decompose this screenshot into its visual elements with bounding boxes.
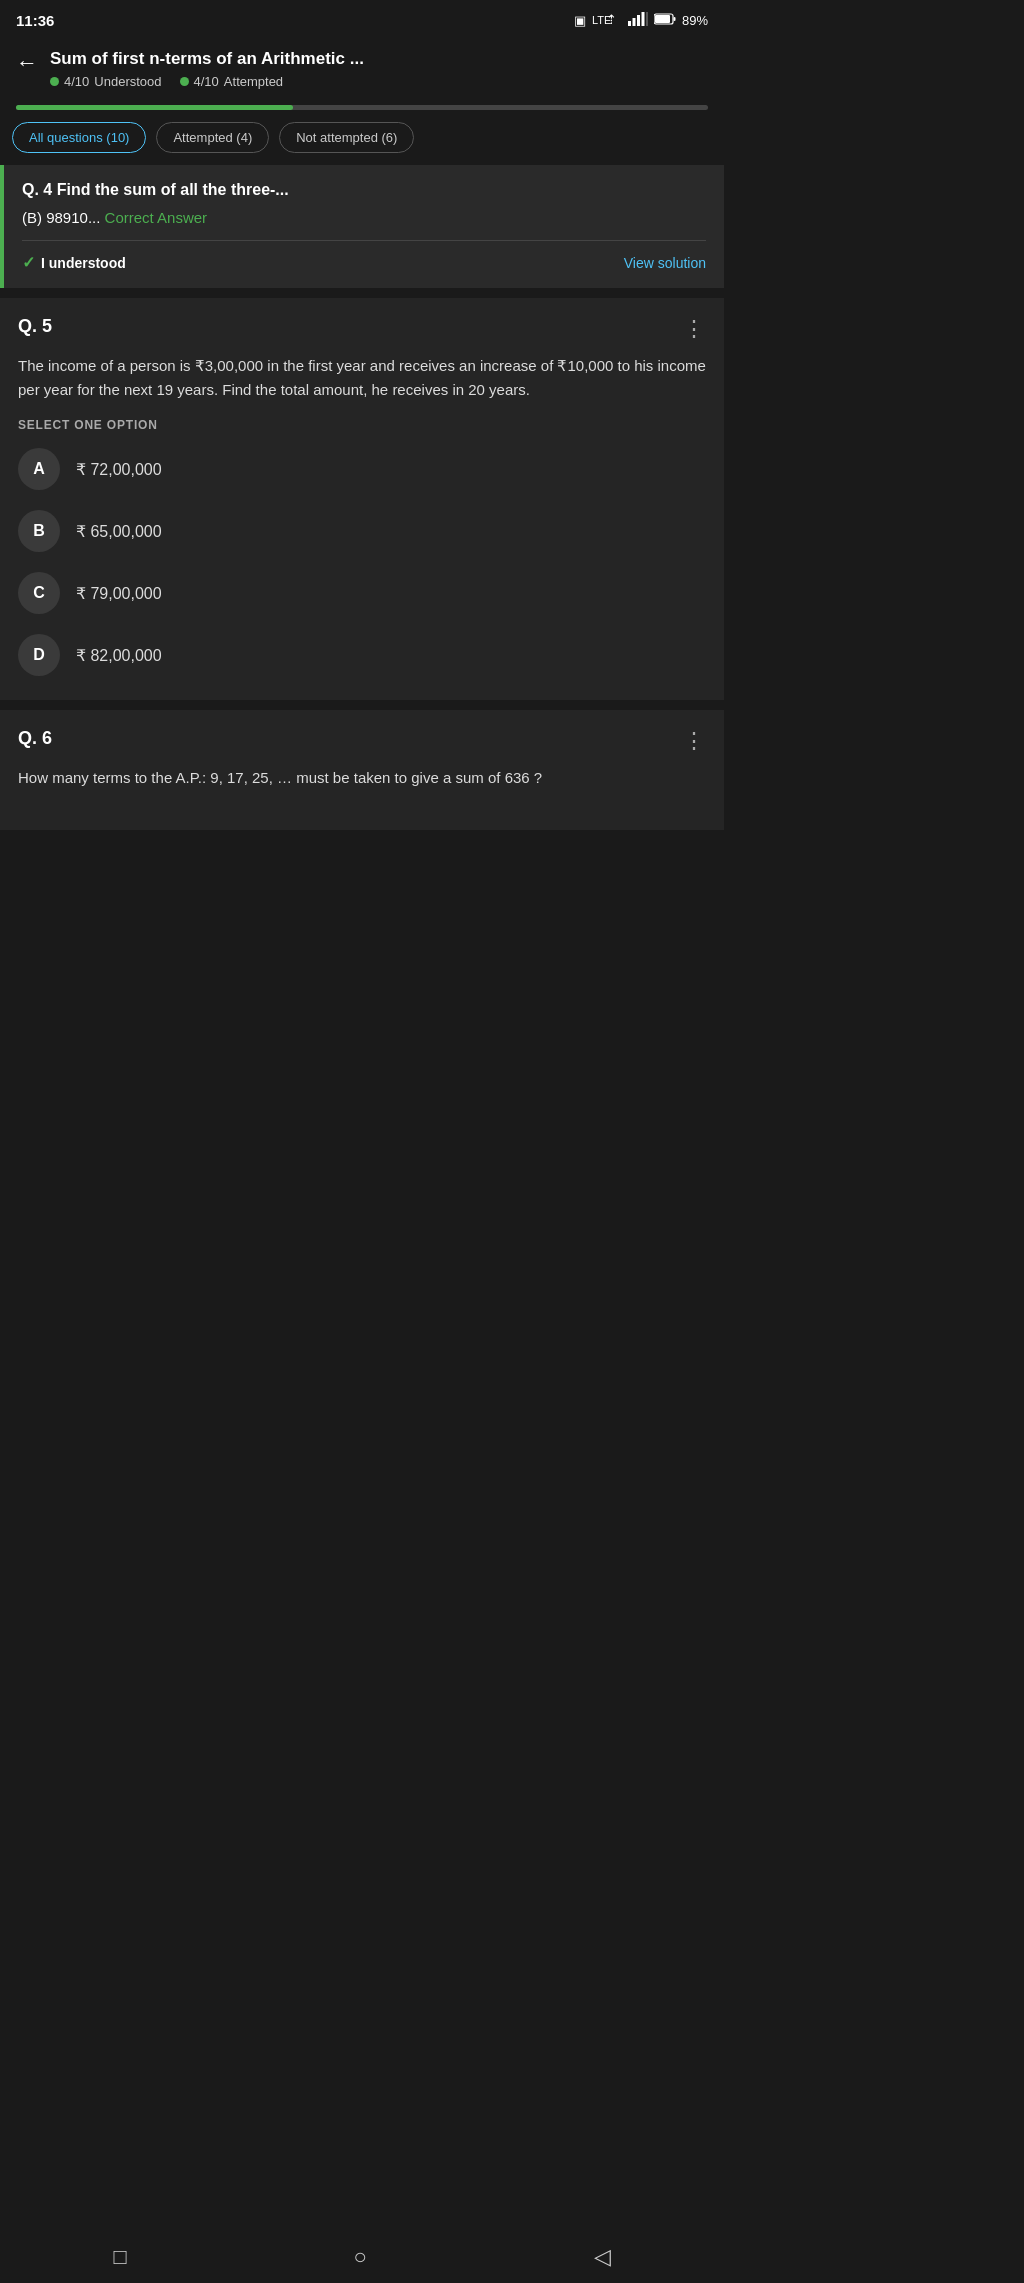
- understood-dot: [50, 77, 59, 86]
- q6-header: Q. 6 ⋮: [18, 728, 706, 754]
- header-stats: 4/10 Understood 4/10 Attempted: [50, 74, 708, 89]
- progress-bar-container: [16, 105, 708, 110]
- back-button[interactable]: ←: [16, 50, 38, 76]
- attempted-label: Attempted: [224, 74, 283, 89]
- understood-label: Understood: [94, 74, 161, 89]
- q5-more-button[interactable]: ⋮: [683, 316, 706, 342]
- page-title: Sum of first n-terms of an Arithmetic ..…: [50, 48, 708, 70]
- tab-all-questions[interactable]: All questions (10): [12, 122, 146, 153]
- q4-card: Q. 4 Find the sum of all the three-... (…: [0, 165, 724, 288]
- header-title-block: Sum of first n-terms of an Arithmetic ..…: [50, 48, 708, 89]
- attempted-count: 4/10: [194, 74, 219, 89]
- status-icons: ▣ LTE ⇡ 89%: [574, 11, 708, 30]
- q5-option-d-circle: D: [18, 634, 60, 676]
- understood-stat: 4/10 Understood: [50, 74, 162, 89]
- battery-icon: [654, 13, 676, 28]
- q6-num: Q. 6: [18, 728, 52, 749]
- understood-label: ✓ I understood: [22, 253, 126, 272]
- status-bar: 11:36 ▣ LTE ⇡ 89%: [0, 0, 724, 40]
- q6-more-button[interactable]: ⋮: [683, 728, 706, 754]
- understood-count: 4/10: [64, 74, 89, 89]
- q6-card: Q. 6 ⋮ How many terms to the A.P.: 9, 17…: [0, 710, 724, 830]
- q5-option-b-text: ₹ 65,00,000: [76, 522, 162, 541]
- q5-option-c-text: ₹ 79,00,000: [76, 584, 162, 603]
- q5-option-d[interactable]: D ₹ 82,00,000: [18, 634, 706, 676]
- svg-rect-3: [632, 18, 635, 26]
- q5-header: Q. 5 ⋮: [18, 316, 706, 342]
- header: ← Sum of first n-terms of an Arithmetic …: [0, 40, 724, 95]
- q5-select-label: SELECT ONE OPTION: [18, 418, 706, 432]
- checkmark-icon: ✓: [22, 253, 35, 272]
- filter-tabs: All questions (10) Attempted (4) Not att…: [0, 122, 724, 165]
- signal-icons: LTE ⇡: [592, 11, 622, 30]
- tab-not-attempted[interactable]: Not attempted (6): [279, 122, 414, 153]
- tab-attempted[interactable]: Attempted (4): [156, 122, 269, 153]
- network-bars-icon: [628, 12, 648, 29]
- attempted-dot: [180, 77, 189, 86]
- status-time: 11:36: [16, 12, 54, 29]
- q5-option-d-text: ₹ 82,00,000: [76, 646, 162, 665]
- q4-answer-prefix: (B): [22, 209, 42, 226]
- attempted-stat: 4/10 Attempted: [180, 74, 284, 89]
- svg-rect-5: [641, 12, 644, 26]
- q5-num: Q. 5: [18, 316, 52, 337]
- svg-rect-2: [628, 21, 631, 26]
- q4-answer: (B) 98910... Correct Answer: [22, 209, 706, 226]
- q4-answer-value: 98910...: [46, 209, 100, 226]
- q4-text: Find the sum of all the three-...: [57, 181, 289, 198]
- svg-text:⇡: ⇡: [606, 12, 617, 27]
- q5-option-a[interactable]: A ₹ 72,00,000: [18, 448, 706, 490]
- svg-rect-8: [673, 17, 675, 21]
- q5-text: The income of a person is ₹3,00,000 in t…: [18, 354, 706, 402]
- q5-card: Q. 5 ⋮ The income of a person is ₹3,00,0…: [0, 298, 724, 700]
- nav-back-button[interactable]: ◁: [594, 2244, 611, 2270]
- view-solution-link[interactable]: View solution: [624, 255, 706, 271]
- q4-correct-label: Correct Answer: [105, 209, 208, 226]
- svg-rect-9: [655, 15, 670, 23]
- q5-option-c-circle: C: [18, 572, 60, 614]
- understood-text: I understood: [41, 255, 126, 271]
- q5-option-b[interactable]: B ₹ 65,00,000: [18, 510, 706, 552]
- q4-title: Q. 4 Find the sum of all the three-...: [22, 181, 706, 199]
- sim-icon: ▣: [574, 13, 586, 28]
- q6-text: How many terms to the A.P.: 9, 17, 25, ……: [18, 766, 706, 790]
- q5-option-a-text: ₹ 72,00,000: [76, 460, 162, 479]
- q5-option-a-circle: A: [18, 448, 60, 490]
- svg-rect-4: [637, 15, 640, 26]
- q4-footer: ✓ I understood View solution: [22, 240, 706, 272]
- q4-num: Q. 4: [22, 181, 52, 198]
- nav-circle-button[interactable]: ○: [353, 2244, 366, 2270]
- q5-option-c[interactable]: C ₹ 79,00,000: [18, 572, 706, 614]
- nav-square-button[interactable]: □: [113, 2244, 126, 2270]
- nav-bar: □ ○ ◁: [0, 2231, 724, 2283]
- header-top: ← Sum of first n-terms of an Arithmetic …: [16, 48, 708, 89]
- battery-percentage: 89%: [682, 13, 708, 28]
- q5-option-b-circle: B: [18, 510, 60, 552]
- svg-rect-6: [646, 12, 648, 26]
- progress-bar-fill: [16, 105, 293, 110]
- q5-options: A ₹ 72,00,000 B ₹ 65,00,000 C ₹ 79,00,00…: [18, 448, 706, 676]
